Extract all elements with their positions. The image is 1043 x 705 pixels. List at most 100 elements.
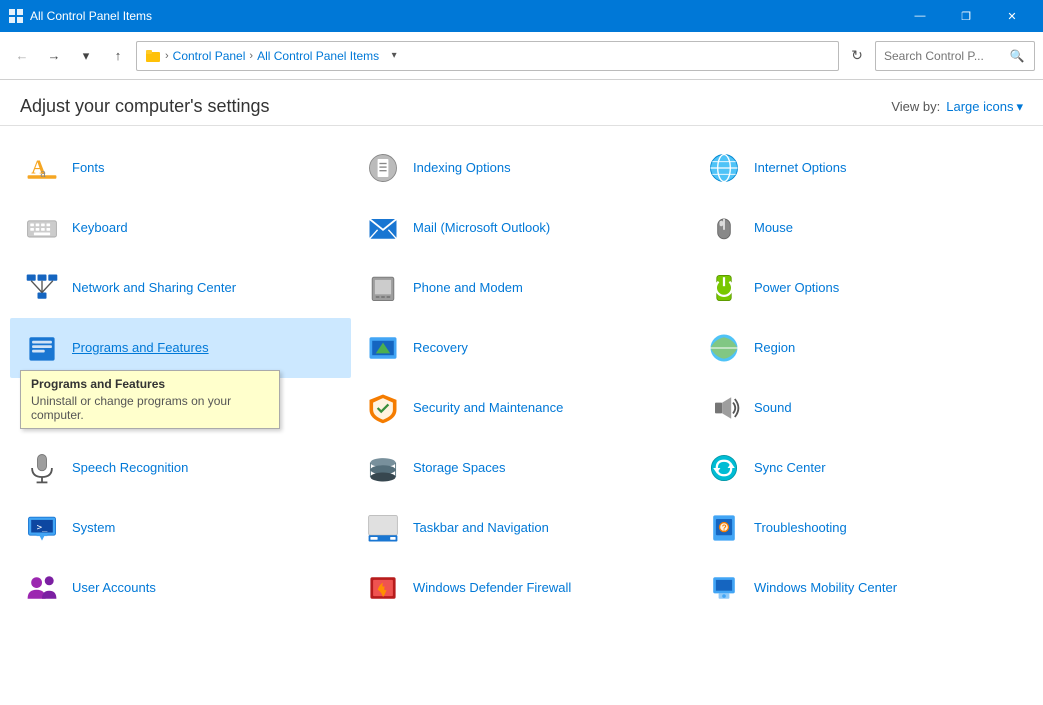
item-system[interactable]: >_ System: [10, 498, 351, 558]
window-title: All Control Panel Items: [30, 9, 897, 23]
indexing-icon: [363, 148, 403, 188]
item-label-mouse: Mouse: [754, 220, 793, 237]
folder-icon: [145, 48, 161, 64]
mail-icon: [363, 208, 403, 248]
item-fonts[interactable]: Aa Fonts: [10, 138, 351, 198]
item-label-keyboard: Keyboard: [72, 220, 128, 237]
item-label-storage-spaces: Storage Spaces: [413, 460, 506, 477]
item-internet-options[interactable]: Internet Options: [692, 138, 1033, 198]
tooltip-desc: Uninstall or change programs on your com…: [31, 394, 269, 422]
item-mail[interactable]: Mail (Microsoft Outlook): [351, 198, 692, 258]
fonts-icon: Aa: [22, 148, 62, 188]
item-phone-modem[interactable]: Phone and Modem: [351, 258, 692, 318]
minimize-button[interactable]: —: [897, 0, 943, 32]
view-by-label: View by:: [891, 99, 940, 114]
item-label-mail: Mail (Microsoft Outlook): [413, 220, 550, 237]
programs-icon: [22, 328, 62, 368]
window-icon: [8, 8, 24, 24]
item-programs-features[interactable]: Programs and FeaturesPrograms and Featur…: [10, 318, 351, 378]
page-title: Adjust your computer's settings: [20, 96, 891, 117]
taskbar-icon: [363, 508, 403, 548]
storage-icon: [363, 448, 403, 488]
address-dropdown-button[interactable]: ▾: [383, 42, 405, 70]
item-label-sound: Sound: [754, 400, 792, 417]
item-user-accounts[interactable]: User Accounts: [10, 558, 351, 618]
network-icon: [22, 268, 62, 308]
security-icon: [363, 388, 403, 428]
item-security-maintenance[interactable]: Security and Maintenance: [351, 378, 692, 438]
region-icon: [704, 328, 744, 368]
item-sync-center[interactable]: Sync Center: [692, 438, 1033, 498]
address-field[interactable]: › Control Panel › All Control Panel Item…: [136, 41, 839, 71]
item-mouse[interactable]: Mouse: [692, 198, 1033, 258]
speech-icon: [22, 448, 62, 488]
forward-button[interactable]: →: [40, 42, 68, 70]
item-label-region: Region: [754, 340, 795, 357]
item-label-internet-options: Internet Options: [754, 160, 847, 177]
mouse-icon: [704, 208, 744, 248]
refresh-button[interactable]: ↻: [843, 42, 871, 70]
item-label-security-maintenance: Security and Maintenance: [413, 400, 563, 417]
item-label-recovery: Recovery: [413, 340, 468, 357]
main-area: Adjust your computer's settings View by:…: [0, 80, 1043, 705]
svg-text:?: ?: [722, 524, 727, 533]
internet-icon: [704, 148, 744, 188]
sound-icon: [704, 388, 744, 428]
svg-text:>_: >_: [37, 523, 48, 533]
item-indexing-options[interactable]: Indexing Options: [351, 138, 692, 198]
item-troubleshooting[interactable]: ? Troubleshooting: [692, 498, 1033, 558]
search-input[interactable]: [884, 49, 1004, 63]
address-bar: ← → ▾ ↑ › Control Panel › All Control Pa…: [0, 32, 1043, 80]
breadcrumb-control-panel: Control Panel: [173, 49, 246, 63]
maximize-button[interactable]: ❐: [943, 0, 989, 32]
window-controls: — ❐ ✕: [897, 0, 1035, 32]
view-by-arrow-icon: ▾: [1016, 99, 1023, 115]
tooltip: Programs and Features Uninstall or change…: [20, 370, 280, 429]
item-label-fonts: Fonts: [72, 160, 105, 177]
item-label-phone-modem: Phone and Modem: [413, 280, 523, 297]
close-button[interactable]: ✕: [989, 0, 1035, 32]
title-bar: All Control Panel Items — ❐ ✕: [0, 0, 1043, 32]
keyboard-icon: [22, 208, 62, 248]
view-bar: Adjust your computer's settings View by:…: [0, 80, 1043, 126]
firewall-icon: [363, 568, 403, 608]
item-label-programs-features: Programs and Features: [72, 340, 209, 357]
search-box[interactable]: 🔍: [875, 41, 1035, 71]
item-label-indexing-options: Indexing Options: [413, 160, 511, 177]
item-label-taskbar-navigation: Taskbar and Navigation: [413, 520, 549, 537]
up-button[interactable]: ↑: [104, 42, 132, 70]
item-label-troubleshooting: Troubleshooting: [754, 520, 847, 537]
item-taskbar-navigation[interactable]: Taskbar and Navigation: [351, 498, 692, 558]
view-by-value[interactable]: Large icons ▾: [946, 99, 1023, 115]
item-region[interactable]: Region: [692, 318, 1033, 378]
item-power-options[interactable]: Power Options: [692, 258, 1033, 318]
item-network-sharing[interactable]: Network and Sharing Center: [10, 258, 351, 318]
item-sound[interactable]: Sound: [692, 378, 1033, 438]
item-windows-mobility[interactable]: Windows Mobility Center: [692, 558, 1033, 618]
item-speech-recognition[interactable]: Speech Recognition: [10, 438, 351, 498]
item-label-network-sharing: Network and Sharing Center: [72, 280, 236, 297]
items-container: Aa Fonts Indexing Options Internet Options K…: [0, 126, 1043, 705]
back-button[interactable]: ←: [8, 42, 36, 70]
item-label-power-options: Power Options: [754, 280, 839, 297]
svg-text:a: a: [40, 166, 46, 180]
breadcrumb: › Control Panel › All Control Panel Item…: [145, 48, 379, 64]
item-keyboard[interactable]: Keyboard: [10, 198, 351, 258]
breadcrumb-all-items: All Control Panel Items: [257, 49, 379, 63]
power-icon: [704, 268, 744, 308]
view-by-control: View by: Large icons ▾: [891, 99, 1023, 115]
search-icon[interactable]: 🔍: [1008, 46, 1026, 66]
recent-button[interactable]: ▾: [72, 42, 100, 70]
item-recovery[interactable]: Recovery: [351, 318, 692, 378]
recovery-icon: [363, 328, 403, 368]
item-storage-spaces[interactable]: Storage Spaces: [351, 438, 692, 498]
troubleshooting-icon: ?: [704, 508, 744, 548]
mobility-icon: [704, 568, 744, 608]
system-icon: >_: [22, 508, 62, 548]
item-label-user-accounts: User Accounts: [72, 580, 156, 597]
item-windows-defender[interactable]: Windows Defender Firewall: [351, 558, 692, 618]
items-grid: Aa Fonts Indexing Options Internet Options K…: [10, 138, 1033, 618]
item-label-system: System: [72, 520, 115, 537]
item-label-sync-center: Sync Center: [754, 460, 826, 477]
tooltip-title: Programs and Features: [31, 377, 269, 391]
